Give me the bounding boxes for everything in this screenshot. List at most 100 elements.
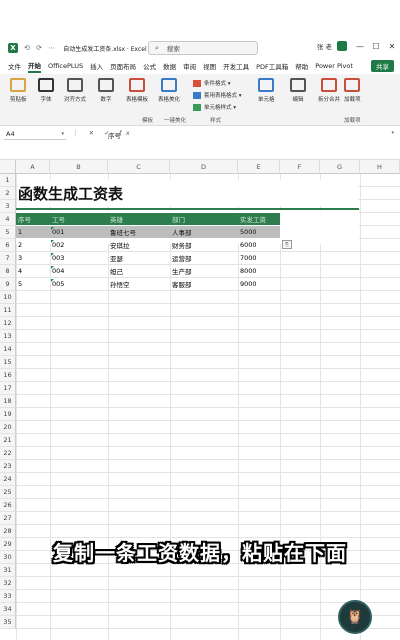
column-header[interactable]: A	[16, 160, 50, 174]
row-header[interactable]: 17	[0, 382, 16, 395]
row-header[interactable]: 11	[0, 304, 16, 317]
table-cell[interactable]: 1	[16, 226, 50, 238]
row-header[interactable]: 1	[0, 174, 16, 187]
table-cell[interactable]: 妲己	[108, 265, 170, 277]
ribbon-tab[interactable]: 审阅	[183, 61, 196, 71]
row-header[interactable]: 3	[0, 200, 16, 213]
ribbon-tab[interactable]: 帮助	[295, 61, 308, 71]
row-header[interactable]: 8	[0, 265, 16, 278]
row-header[interactable]: 19	[0, 408, 16, 421]
ribbon-button[interactable]: 对齐方式	[64, 78, 86, 103]
ribbon-button[interactable]: 数字	[98, 78, 114, 103]
table-cell[interactable]: 6000	[238, 239, 280, 251]
select-all-corner[interactable]	[0, 160, 16, 174]
ribbon-button[interactable]: 表格模板	[126, 78, 148, 103]
table-cell[interactable]: 8000	[238, 265, 280, 277]
close-button[interactable]: ✕	[384, 42, 400, 51]
ribbon-button[interactable]: 字体	[38, 78, 54, 103]
table-cell[interactable]: 生产部	[170, 265, 238, 277]
quick-access-icons[interactable]: ⟲ ⟳ ⋯	[24, 44, 57, 52]
row-header[interactable]: 32	[0, 577, 16, 590]
error-indicator-icon[interactable]	[51, 279, 54, 282]
name-box[interactable]: A4 ▾	[4, 129, 66, 140]
table-header-cell[interactable]: 部门	[170, 213, 238, 225]
column-header[interactable]: E	[238, 160, 280, 174]
column-header[interactable]: G	[320, 160, 360, 174]
row-header[interactable]: 34	[0, 603, 16, 616]
table-cell[interactable]: 运营部	[170, 252, 238, 264]
table-cell[interactable]: 003	[50, 252, 108, 264]
table-cell[interactable]: 孙悟空	[108, 278, 170, 290]
row-header[interactable]: 4	[0, 213, 16, 226]
row-header[interactable]: 15	[0, 356, 16, 369]
column-header[interactable]: F	[280, 160, 320, 174]
row-header[interactable]: 20	[0, 421, 16, 434]
ribbon-tab[interactable]: OfficePLUS	[48, 62, 83, 70]
error-indicator-icon[interactable]	[51, 227, 54, 230]
table-header-cell[interactable]: 序号	[16, 213, 50, 225]
ribbon-button[interactable]: 拆分合并	[318, 78, 340, 103]
row-header[interactable]: 33	[0, 590, 16, 603]
row-header[interactable]: 35	[0, 616, 16, 629]
ribbon-tab[interactable]: 公式	[143, 61, 156, 71]
ribbon-tab[interactable]: 文件	[8, 61, 21, 71]
error-indicator-icon[interactable]	[51, 266, 54, 269]
ribbon-tab[interactable]: Power Pivot	[315, 62, 353, 70]
sheet-title[interactable]: 函数生成工资表	[18, 180, 358, 206]
column-header[interactable]: C	[108, 160, 170, 174]
row-header[interactable]: 16	[0, 369, 16, 382]
table-cell[interactable]: 鲁班七号	[108, 226, 170, 238]
row-header[interactable]: 26	[0, 499, 16, 512]
ribbon-button[interactable]: 剪贴板	[10, 78, 27, 103]
row-header[interactable]: 24	[0, 473, 16, 486]
row-header[interactable]: 14	[0, 343, 16, 356]
table-cell[interactable]: 005	[50, 278, 108, 290]
row-header[interactable]: 22	[0, 447, 16, 460]
table-cell[interactable]: 亚瑟	[108, 252, 170, 264]
error-indicator-icon[interactable]	[51, 240, 54, 243]
ribbon-tab[interactable]: 插入	[90, 61, 103, 71]
row-header[interactable]: 6	[0, 239, 16, 252]
ribbon-tab[interactable]: 开始	[28, 60, 41, 73]
table-cell[interactable]: 2	[16, 239, 50, 251]
style-menu-item[interactable]: 条件格式 ▾	[193, 78, 242, 90]
row-header[interactable]: 13	[0, 330, 16, 343]
chevron-down-icon[interactable]: ▾	[61, 131, 64, 137]
error-indicator-icon[interactable]	[51, 253, 54, 256]
formula-input[interactable]: 序号	[108, 130, 121, 140]
minimize-button[interactable]: —	[352, 42, 368, 51]
table-cell[interactable]: 3	[16, 252, 50, 264]
table-cell[interactable]: 财务部	[170, 239, 238, 251]
row-header[interactable]: 7	[0, 252, 16, 265]
table-header-cell[interactable]: 实发工资	[238, 213, 280, 225]
table-cell[interactable]: 安琪拉	[108, 239, 170, 251]
ribbon-button[interactable]: 表格美化	[158, 78, 180, 103]
row-header[interactable]: 27	[0, 512, 16, 525]
row-header[interactable]: 25	[0, 486, 16, 499]
column-header[interactable]: H	[360, 160, 400, 174]
table-cell[interactable]: 4	[16, 265, 50, 277]
row-header[interactable]: 12	[0, 317, 16, 330]
ribbon-button[interactable]: 加载项	[344, 78, 361, 103]
spreadsheet-grid[interactable]: A B C D E F G H 1 2 3 4 5 6 7 8 9 10 11 12 13 14 15 16 17 18 19 20 2…	[0, 160, 400, 640]
table-cell[interactable]: 5000	[238, 226, 280, 238]
ribbon-button[interactable]: 编辑	[290, 78, 306, 103]
table-header-cell[interactable]: 英雄	[108, 213, 170, 225]
ribbon-tab[interactable]: 开发工具	[223, 61, 249, 71]
table-cell[interactable]: 7000	[238, 252, 280, 264]
user-name[interactable]: 张 老	[317, 41, 332, 51]
row-header[interactable]: 9	[0, 278, 16, 291]
column-header[interactable]: D	[170, 160, 238, 174]
table-cell[interactable]: 002	[50, 239, 108, 251]
search-input[interactable]: ⌕ 搜索	[148, 41, 258, 55]
ribbon-tab[interactable]: 页面布局	[110, 61, 136, 71]
style-menu-item[interactable]: 套用表格格式 ▾	[193, 90, 242, 102]
table-cell[interactable]: 004	[50, 265, 108, 277]
row-header[interactable]: 21	[0, 434, 16, 447]
formula-icons[interactable]: ⋮ ✕ ✓ fx	[72, 129, 134, 137]
expand-formula-icon[interactable]: ▾	[391, 130, 394, 136]
table-cell[interactable]: 5	[16, 278, 50, 290]
ribbon-tab[interactable]: 数据	[163, 61, 176, 71]
style-menu-item[interactable]: 单元格样式 ▾	[193, 102, 242, 114]
row-header[interactable]: 23	[0, 460, 16, 473]
